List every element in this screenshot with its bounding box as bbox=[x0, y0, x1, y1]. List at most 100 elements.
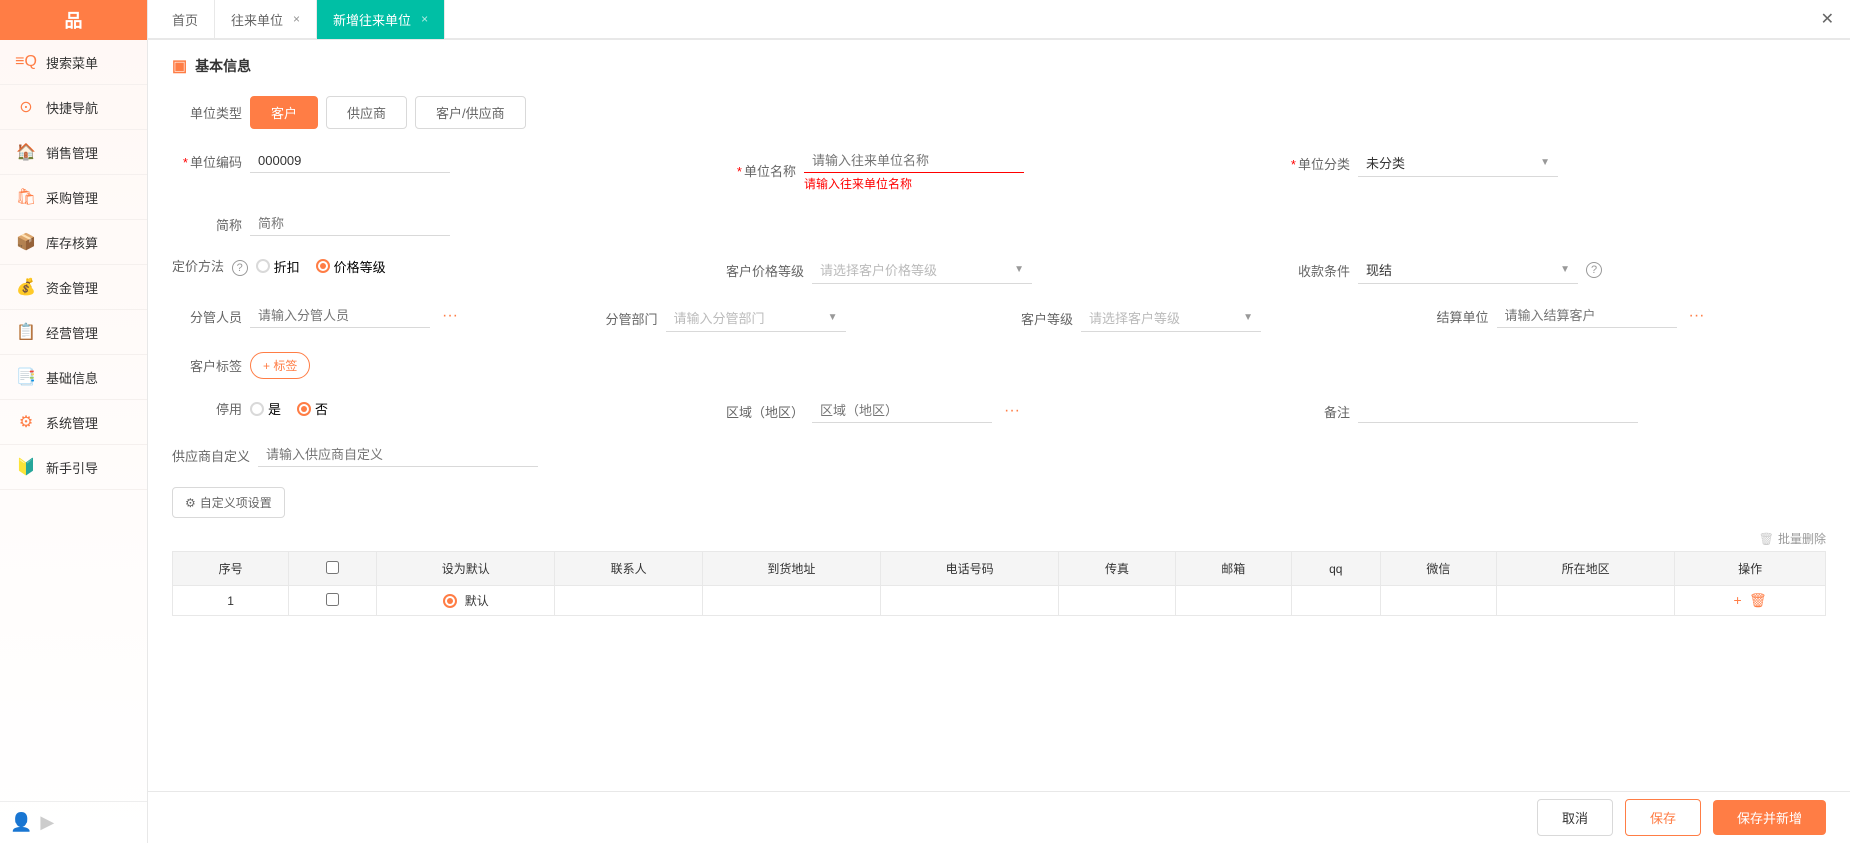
supplier-custom-field: 供应商自定义 bbox=[172, 443, 1826, 467]
col-email: 邮箱 bbox=[1175, 552, 1291, 586]
tab-partners[interactable]: 往来单位 × bbox=[215, 0, 317, 39]
tab-new-partner[interactable]: 新增往来单位 × bbox=[317, 0, 445, 39]
sidebar-item-operations[interactable]: 📋 经营管理 bbox=[0, 310, 147, 355]
pricing-help-icon[interactable]: ? bbox=[232, 260, 248, 276]
batch-delete-area: 🗑 批量删除 bbox=[172, 530, 1826, 547]
search-icon: ≡Q bbox=[16, 52, 36, 72]
tab-partners-close[interactable]: × bbox=[293, 12, 300, 26]
save-button[interactable]: 保存 bbox=[1625, 799, 1701, 836]
unit-name-label: *单位名称 bbox=[726, 161, 796, 180]
supplier-custom-label: 供应商自定义 bbox=[172, 446, 250, 465]
home-icon: ⊙ bbox=[16, 97, 36, 117]
batch-delete-label[interactable]: 批量删除 bbox=[1778, 530, 1826, 547]
sidebar-item-inventory[interactable]: 📦 库存核算 bbox=[0, 220, 147, 265]
disabled-radio-group: 是 否 bbox=[250, 399, 328, 418]
pricing-discount-radio[interactable]: 折扣 bbox=[256, 257, 300, 276]
disabled-yes-radio[interactable]: 是 bbox=[250, 399, 281, 418]
region-label: 区域（地区） bbox=[726, 402, 804, 421]
unit-name-input[interactable] bbox=[804, 149, 1024, 173]
customer-price-level-field: 客户价格等级 请选择客户价格等级 ▼ bbox=[726, 256, 1272, 284]
row-default-dot bbox=[447, 598, 453, 604]
sidebar-item-finance[interactable]: 💰 资金管理 bbox=[0, 265, 147, 310]
sidebar-label-guide: 新手引导 bbox=[46, 458, 98, 477]
cancel-button[interactable]: 取消 bbox=[1537, 799, 1613, 836]
sidebar-label-system: 系统管理 bbox=[46, 413, 98, 432]
save-and-new-button[interactable]: 保存并新增 bbox=[1713, 800, 1826, 835]
row-email bbox=[1175, 586, 1291, 616]
sidebar-item-search[interactable]: ≡Q 搜索菜单 bbox=[0, 40, 147, 85]
region-ellipsis[interactable]: ··· bbox=[1000, 402, 1024, 420]
pricing-level-radio[interactable]: 价格等级 bbox=[316, 257, 386, 276]
disabled-no-dot bbox=[301, 406, 307, 412]
unit-type-both-btn[interactable]: 客户/供应商 bbox=[415, 96, 526, 129]
manager-ellipsis[interactable]: ··· bbox=[438, 307, 462, 325]
unit-type-field: 单位类型 客户 供应商 客户/供应商 bbox=[172, 96, 1826, 129]
row-seq: 1 bbox=[173, 586, 289, 616]
short-name-input[interactable] bbox=[250, 212, 450, 236]
payment-terms-help-icon[interactable]: ? bbox=[1586, 262, 1602, 278]
unit-code-input[interactable] bbox=[250, 149, 450, 173]
notes-field: 备注 bbox=[1280, 399, 1826, 423]
row-checkbox-1[interactable] bbox=[326, 593, 339, 606]
department-placeholder: 请输入分管部门 bbox=[674, 308, 765, 327]
pricing-label: 定价方法 ? bbox=[172, 256, 248, 276]
customer-level-select[interactable]: 请选择客户等级 ▼ bbox=[1081, 304, 1261, 332]
custom-settings-button[interactable]: ⚙ 自定义项设置 bbox=[172, 487, 285, 518]
sidebar-label-sales: 销售管理 bbox=[46, 143, 98, 162]
sidebar-item-basic-info[interactable]: 📑 基础信息 bbox=[0, 355, 147, 400]
finance-icon: 💰 bbox=[16, 277, 36, 297]
purchase-icon: 🛍 bbox=[16, 187, 36, 207]
unit-category-label: *单位分类 bbox=[1280, 154, 1350, 173]
disabled-no-radio[interactable]: 否 bbox=[297, 399, 328, 418]
sidebar-item-system[interactable]: ⚙ 系统管理 bbox=[0, 400, 147, 445]
department-select[interactable]: 请输入分管部门 ▼ bbox=[666, 304, 846, 332]
sidebar-item-guide[interactable]: 🔰 新手引导 bbox=[0, 445, 147, 490]
col-fax: 传真 bbox=[1059, 552, 1175, 586]
disabled-label: 停用 bbox=[172, 399, 242, 418]
unit-category-value: 未分类 bbox=[1366, 153, 1405, 172]
window-close-button[interactable]: ✕ bbox=[1821, 9, 1834, 29]
col-address: 到货地址 bbox=[702, 552, 880, 586]
row-delete-button[interactable]: 🗑 bbox=[1749, 592, 1767, 609]
manager-input[interactable] bbox=[250, 304, 430, 328]
sidebar-item-quick-nav[interactable]: ⊙ 快捷导航 bbox=[0, 85, 147, 130]
sidebar-item-purchase[interactable]: 🛍 采购管理 bbox=[0, 175, 147, 220]
contacts-table: 序号 设为默认 联系人 到货地址 电话号码 传真 邮箱 qq 微信 所在地区 操… bbox=[172, 551, 1826, 616]
add-tag-button[interactable]: + 标签 bbox=[250, 352, 310, 379]
payment-terms-select[interactable]: 现结 ▼ bbox=[1358, 256, 1578, 284]
col-area: 所在地区 bbox=[1496, 552, 1674, 586]
expand-icon[interactable]: ▶ bbox=[40, 812, 54, 833]
settlement-unit-ellipsis[interactable]: ··· bbox=[1685, 307, 1709, 325]
customer-tag-label: 客户标签 bbox=[172, 356, 242, 375]
select-all-checkbox[interactable] bbox=[326, 561, 339, 574]
supplier-custom-input[interactable] bbox=[258, 443, 538, 467]
col-wechat: 微信 bbox=[1380, 552, 1496, 586]
disabled-field: 停用 是 否 bbox=[172, 399, 718, 418]
table-body: 1 默认 bbox=[173, 586, 1826, 616]
row-add-button[interactable]: + bbox=[1733, 592, 1741, 608]
main-content: 首页 往来单位 × 新增往来单位 × ✕ ▣ 基本信息 单位类型 客户 供应商 … bbox=[148, 0, 1850, 843]
customer-price-level-select[interactable]: 请选择客户价格等级 ▼ bbox=[812, 256, 1032, 284]
payment-terms-label: 收款条件 bbox=[1280, 261, 1350, 280]
unit-type-customer-btn[interactable]: 客户 bbox=[250, 96, 318, 129]
unit-category-select[interactable]: 未分类 ▼ bbox=[1358, 149, 1558, 177]
user-icon[interactable]: 👤 bbox=[10, 812, 32, 833]
manager-row: 分管人员 ··· 分管部门 请输入分管部门 ▼ 客户等级 请选择客户等级 ▼ 结… bbox=[172, 304, 1826, 332]
unit-type-supplier-btn[interactable]: 供应商 bbox=[326, 96, 407, 129]
region-input[interactable] bbox=[812, 399, 992, 423]
tab-home[interactable]: 首页 bbox=[156, 0, 215, 39]
sidebar-item-sales[interactable]: 🏠 销售管理 bbox=[0, 130, 147, 175]
short-name-field: 简称 bbox=[172, 212, 472, 236]
notes-input[interactable] bbox=[1358, 399, 1638, 423]
pricing-field: 定价方法 ? 折扣 价格等级 bbox=[172, 256, 718, 276]
row-default-radio[interactable]: 默认 bbox=[387, 592, 544, 609]
tab-new-partner-close[interactable]: × bbox=[421, 12, 428, 26]
unit-name-field: *单位名称 请输入往来单位名称 bbox=[726, 149, 1272, 192]
col-action: 操作 bbox=[1675, 552, 1826, 586]
unit-name-field-wrapper: 请输入往来单位名称 bbox=[804, 149, 1272, 192]
region-field: 区域（地区） ··· bbox=[726, 399, 1272, 423]
sidebar-label-inventory: 库存核算 bbox=[46, 233, 98, 252]
section-title-text: 基本信息 bbox=[195, 56, 251, 76]
col-default: 设为默认 bbox=[377, 552, 555, 586]
settlement-unit-input[interactable] bbox=[1497, 304, 1677, 328]
